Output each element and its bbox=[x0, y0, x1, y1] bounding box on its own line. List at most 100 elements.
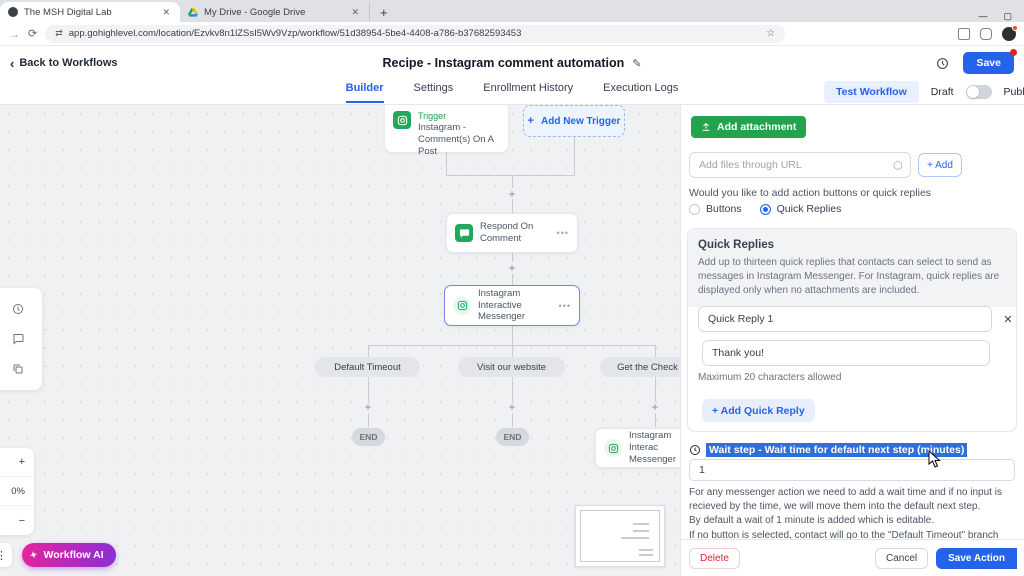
save-action-button[interactable]: Save Action bbox=[936, 547, 1017, 569]
quick-replies-header: Quick Replies Add up to thirteen quick r… bbox=[688, 229, 1016, 307]
quick-reply-1-input[interactable] bbox=[698, 306, 992, 332]
respond-on-comment-node[interactable]: Respond On Comment ••• bbox=[446, 213, 578, 253]
tab-builder[interactable]: Builder bbox=[345, 82, 384, 103]
wait-step-description: For any messenger action we need to add … bbox=[689, 486, 1019, 543]
notification-dot bbox=[1012, 24, 1018, 31]
add-attachment-button[interactable]: Add attachment bbox=[691, 116, 807, 138]
reply-type-radios: Buttons Quick Replies bbox=[689, 203, 841, 215]
connector-line bbox=[512, 413, 513, 427]
file-url-input[interactable] bbox=[689, 152, 911, 178]
connector-line bbox=[655, 377, 656, 402]
connector-line bbox=[574, 137, 575, 175]
new-tab-button[interactable]: + bbox=[380, 5, 388, 22]
branch-default-timeout[interactable]: Default Timeout bbox=[315, 357, 420, 377]
panel-footer: Delete Cancel Save Action bbox=[681, 539, 1024, 576]
connector-line bbox=[655, 345, 656, 357]
tab-enrollment-history[interactable]: Enrollment History bbox=[483, 82, 573, 103]
history-tool-icon[interactable] bbox=[0, 294, 42, 324]
branch-get-the-check[interactable]: Get the Check bbox=[600, 357, 680, 377]
profile-avatar[interactable] bbox=[1002, 24, 1018, 41]
zoom-in-button[interactable]: + bbox=[0, 448, 34, 477]
remove-quick-reply-icon[interactable]: ✕ bbox=[998, 309, 1016, 329]
extensions-menu-icon[interactable] bbox=[980, 27, 992, 40]
add-quick-reply-button[interactable]: + Add Quick Reply bbox=[702, 399, 815, 422]
connector-line bbox=[368, 345, 369, 357]
quick-reply-text-input[interactable] bbox=[702, 340, 990, 366]
browser-tab-drive[interactable]: My Drive - Google Drive ✕ bbox=[180, 2, 370, 22]
edit-title-icon[interactable]: ✎ bbox=[632, 57, 641, 70]
tab-close-icon[interactable]: ✕ bbox=[349, 7, 361, 18]
add-step-icon[interactable]: + bbox=[508, 401, 515, 413]
reload-icon[interactable]: ⟳ bbox=[28, 27, 37, 40]
browser-tab-msh[interactable]: The MSH Digital Lab ✕ bbox=[0, 2, 180, 22]
wait-desc-line1: For any messenger action we need to add … bbox=[689, 487, 1002, 513]
quick-replies-card: Quick Replies Add up to thirteen quick r… bbox=[687, 228, 1017, 432]
wait-time-input[interactable] bbox=[689, 459, 1015, 481]
extension-icon[interactable] bbox=[958, 27, 970, 40]
branch-visit-website[interactable]: Visit our website bbox=[458, 357, 565, 377]
tab-close-icon[interactable]: ✕ bbox=[160, 7, 172, 18]
save-button[interactable]: Save bbox=[963, 49, 1017, 74]
version-history-icon[interactable] bbox=[936, 57, 949, 70]
workflow-title-wrap: Recipe - Instagram comment automation ✎ bbox=[0, 56, 1024, 70]
draft-label: Draft bbox=[930, 86, 954, 98]
save-alert-dot bbox=[1010, 49, 1017, 56]
add-step-icon[interactable]: + bbox=[508, 262, 515, 274]
maximize-icon[interactable]: ▢ bbox=[1003, 11, 1012, 22]
instagram-messenger-node-2[interactable]: Instagram Interac Messenger bbox=[595, 428, 680, 468]
workflow-ai-button[interactable]: ✦ Workflow AI bbox=[22, 543, 116, 567]
trigger-node[interactable]: Trigger Instagram - Comment(s) On A Post bbox=[385, 105, 508, 157]
add-step-icon[interactable]: + bbox=[364, 401, 371, 413]
cancel-button[interactable]: Cancel bbox=[874, 547, 929, 569]
radio-buttons-option[interactable]: Buttons bbox=[689, 203, 742, 215]
instagram-messenger-node[interactable]: Instagram Interactive Messenger ••• bbox=[444, 285, 580, 326]
comment-icon bbox=[455, 224, 473, 242]
minimize-icon[interactable]: — bbox=[978, 11, 987, 22]
wait-step-row: Wait step - Wait time for default next s… bbox=[689, 443, 968, 457]
end-node: END bbox=[352, 428, 385, 446]
workflow-title: Recipe - Instagram comment automation bbox=[382, 56, 625, 70]
add-step-icon[interactable]: + bbox=[508, 188, 515, 200]
add-url-button[interactable]: + Add bbox=[918, 153, 962, 177]
url-bar[interactable]: ⇄ app.gohighlevel.com/location/Ezvkv8n1l… bbox=[45, 24, 786, 43]
bookmark-star-icon[interactable]: ☆ bbox=[766, 28, 775, 39]
connector-line bbox=[368, 413, 369, 427]
tabs-right-actions: Test Workflow Draft Publish bbox=[823, 81, 1024, 103]
copy-tool-icon[interactable] bbox=[0, 354, 42, 384]
forward-icon[interactable]: → bbox=[8, 27, 20, 41]
canvas-more-button[interactable]: ⋮ bbox=[0, 543, 12, 567]
node-menu-icon[interactable]: ••• bbox=[559, 301, 571, 311]
add-step-icon[interactable]: + bbox=[651, 401, 658, 413]
action-settings-panel: Add attachment ⬡ + Add Would you like to… bbox=[680, 105, 1024, 576]
trigger-label: Trigger bbox=[418, 111, 447, 121]
tab-execution-logs[interactable]: Execution Logs bbox=[603, 82, 678, 103]
radio-buttons-label: Buttons bbox=[706, 203, 742, 215]
back-to-workflows-link[interactable]: ‹ Back to Workflows bbox=[10, 56, 118, 71]
add-new-trigger-button[interactable]: + Add New Trigger bbox=[523, 105, 625, 137]
minimap-viewport bbox=[580, 510, 660, 562]
node-menu-icon[interactable]: ••• bbox=[557, 228, 569, 238]
zoom-level: 0% bbox=[0, 477, 34, 506]
header-right: Save bbox=[936, 49, 1017, 74]
workflow-ai-label: Workflow AI bbox=[43, 549, 104, 561]
upload-icon bbox=[702, 122, 710, 131]
instagram-icon bbox=[453, 296, 471, 315]
tab-settings[interactable]: Settings bbox=[414, 82, 454, 103]
radio-quick-replies-option[interactable]: Quick Replies bbox=[759, 203, 841, 215]
comment-tool-icon[interactable] bbox=[0, 324, 42, 354]
canvas-minimap[interactable] bbox=[575, 505, 665, 567]
max-characters-note: Maximum 20 characters allowed bbox=[698, 372, 842, 383]
browser-action-icons bbox=[958, 24, 1018, 41]
browser-toolbar: → ⟳ ⇄ app.gohighlevel.com/location/Ezvkv… bbox=[0, 22, 1024, 46]
delete-button[interactable]: Delete bbox=[689, 547, 740, 569]
publish-toggle[interactable] bbox=[965, 85, 992, 99]
tab-title: My Drive - Google Drive bbox=[204, 6, 306, 18]
workflow-canvas[interactable]: + + + + + Trigger Instagram - Comment(s)… bbox=[0, 105, 680, 576]
zoom-out-button[interactable]: − bbox=[0, 506, 34, 535]
connector-line bbox=[512, 199, 513, 213]
test-workflow-button[interactable]: Test Workflow bbox=[823, 81, 919, 103]
workflow-tabs-row: Builder Settings Enrollment History Exec… bbox=[0, 80, 1024, 105]
trigger-name: Instagram - Comment(s) On A Post bbox=[418, 122, 494, 157]
gohighlevel-workflow-app: The MSH Digital Lab ✕ My Drive - Google … bbox=[0, 0, 1024, 576]
connector-line bbox=[512, 377, 513, 402]
